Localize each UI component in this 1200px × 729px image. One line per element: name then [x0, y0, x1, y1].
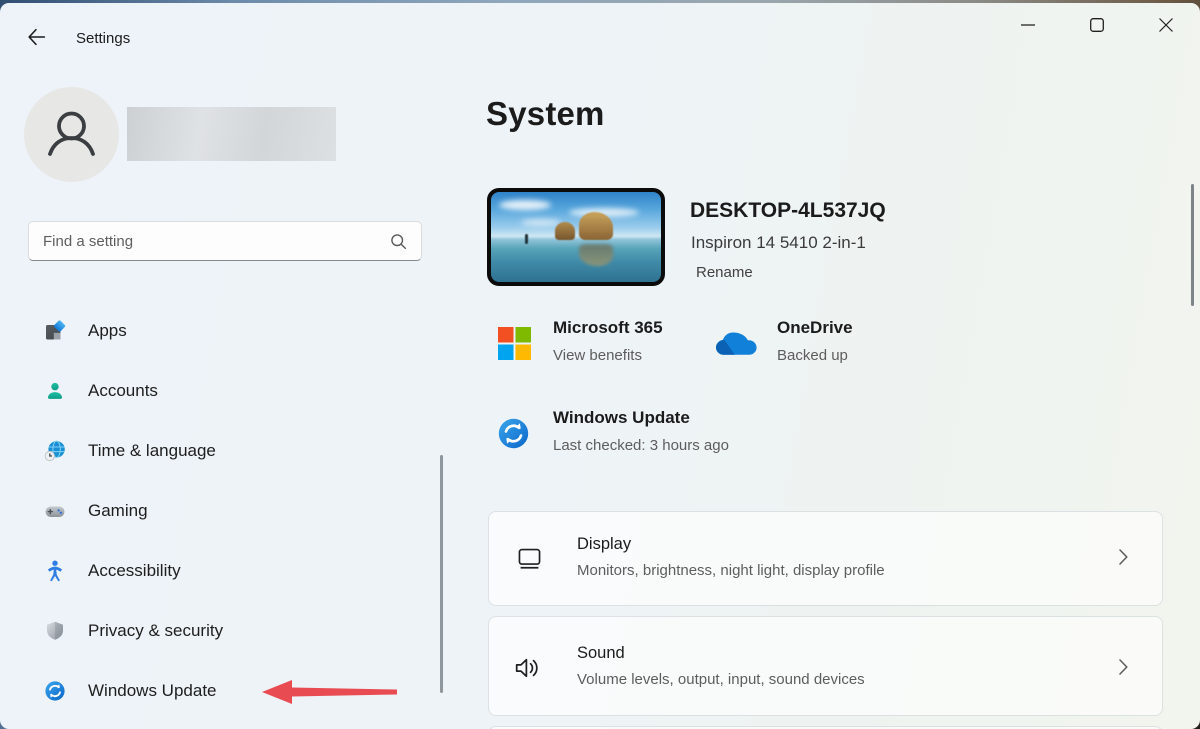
account-name-redacted — [127, 107, 336, 161]
sidebar-item-label: Gaming — [88, 501, 148, 520]
back-arrow-icon — [27, 28, 45, 46]
sidebar-scrollbar[interactable] — [440, 455, 443, 693]
chevron-right-icon — [1119, 549, 1128, 565]
minimize-button[interactable] — [993, 3, 1062, 47]
caption-controls — [993, 3, 1200, 47]
maximize-button[interactable] — [1062, 3, 1131, 47]
main-scrollbar[interactable] — [1191, 184, 1194, 306]
card-subtitle: Volume levels, output, input, sound devi… — [577, 671, 865, 688]
card-title: Display — [577, 535, 632, 553]
onedrive-badge[interactable]: OneDrive Backed up — [716, 318, 853, 364]
badge-title: Microsoft 365 — [553, 318, 663, 337]
page-title: System — [486, 95, 605, 132]
display-card[interactable]: Display Monitors, brightness, night ligh… — [488, 511, 1163, 606]
sidebar-item-time-language[interactable]: Time & language — [16, 429, 428, 473]
windows-update-badge[interactable]: Windows Update Last checked: 3 hours ago — [497, 408, 729, 454]
badge-subtitle: Backed up — [777, 347, 848, 364]
badge-subtitle: Last checked: 3 hours ago — [553, 437, 729, 454]
windows-update-icon — [497, 417, 530, 454]
sidebar-item-label: Accounts — [88, 381, 158, 400]
sidebar-item-privacy-security[interactable]: Privacy & security — [16, 609, 428, 653]
sidebar-item-label: Apps — [88, 321, 127, 340]
sidebar-item-apps[interactable]: Apps — [16, 309, 428, 353]
sound-icon — [513, 653, 543, 683]
sidebar-item-accessibility[interactable]: Accessibility — [16, 549, 428, 593]
windows-update-icon — [44, 680, 66, 702]
search-icon — [390, 233, 407, 250]
annotation-red-arrow — [262, 680, 397, 704]
microsoft-365-icon — [498, 327, 531, 364]
device-name: DESKTOP-4L537JQ — [690, 199, 886, 222]
time-language-icon — [44, 440, 66, 462]
sidebar-item-label: Accessibility — [88, 561, 181, 580]
maximize-icon — [1089, 18, 1104, 32]
app-title: Settings — [76, 30, 131, 47]
sound-card[interactable]: Sound Volume levels, output, input, soun… — [488, 616, 1163, 716]
badge-title: Windows Update — [553, 408, 690, 427]
search-box[interactable] — [28, 221, 422, 261]
close-icon — [1158, 18, 1173, 32]
sidebar-item-label: Windows Update — [88, 681, 217, 700]
back-button[interactable] — [16, 17, 56, 57]
sidebar-item-label: Time & language — [88, 441, 216, 460]
titlebar: Settings — [0, 3, 1200, 63]
device-wallpaper-thumbnail — [487, 188, 665, 286]
sidebar-item-label: Privacy & security — [88, 621, 224, 640]
rename-button[interactable]: Rename — [696, 264, 753, 281]
privacy-security-icon — [44, 620, 66, 642]
sidebar-item-gaming[interactable]: Gaming — [16, 489, 428, 533]
person-icon — [48, 111, 95, 156]
close-button[interactable] — [1131, 3, 1200, 47]
card-title: Sound — [577, 644, 625, 662]
badge-title: OneDrive — [777, 318, 853, 337]
avatar[interactable] — [24, 87, 119, 182]
sidebar-item-accounts[interactable]: Accounts — [16, 369, 428, 413]
onedrive-icon — [716, 331, 757, 364]
gaming-icon — [44, 500, 66, 522]
accessibility-icon — [44, 560, 66, 582]
search-input[interactable] — [29, 232, 390, 250]
apps-icon — [44, 320, 66, 342]
settings-window: Settings Find a setting Apps Accounts Ti… — [0, 3, 1200, 729]
accounts-icon — [44, 380, 66, 402]
microsoft-365-badge[interactable]: Microsoft 365 View benefits — [498, 318, 663, 364]
minimize-icon — [1020, 24, 1035, 26]
badge-subtitle[interactable]: View benefits — [553, 347, 663, 364]
card-subtitle: Monitors, brightness, night light, displ… — [577, 562, 885, 579]
display-icon — [515, 544, 544, 573]
chevron-right-icon — [1119, 659, 1128, 675]
device-model: Inspiron 14 5410 2-in-1 — [691, 233, 866, 252]
